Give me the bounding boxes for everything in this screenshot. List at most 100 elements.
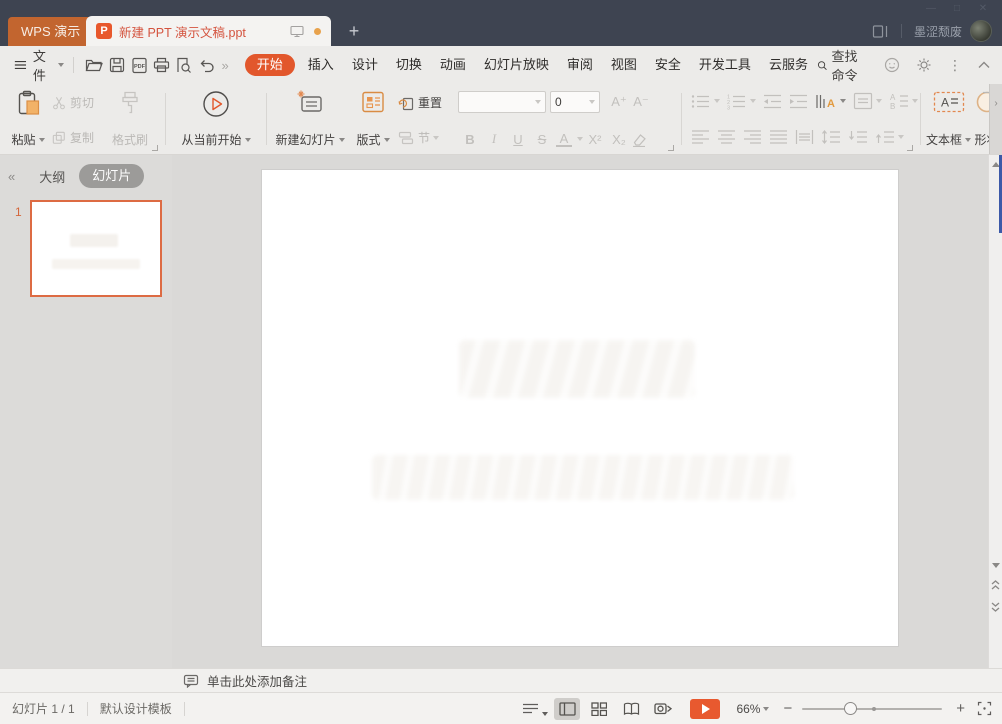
slide-thumbnail[interactable] [30, 200, 162, 297]
reset-label: 重置 [418, 94, 442, 111]
print-button[interactable] [150, 53, 172, 77]
font-size-combo[interactable]: 0 [550, 91, 600, 113]
dialog-launcher-icon[interactable] [907, 145, 913, 151]
play-from-current-label: 从当前开始 [181, 131, 241, 148]
underline-button: U [506, 132, 530, 147]
play-circle-icon [202, 90, 230, 118]
toolbar-expand-strip[interactable]: › [989, 84, 1002, 154]
export-pdf-button[interactable]: PDF [128, 53, 150, 77]
slide-watermark-subtitle [372, 455, 794, 500]
menubar: 文件 PDF » 开始 插入 设计 切换 动画 幻灯片放映 审阅 视图 安全 开… [0, 46, 1002, 84]
scroll-down-icon[interactable] [992, 563, 1000, 568]
tab-outline[interactable]: 大纲 [39, 167, 65, 186]
zoom-slider-thumb[interactable] [844, 702, 857, 715]
new-slide-button[interactable]: 新建幻灯片 [272, 90, 348, 154]
reset-button[interactable]: 重置 [398, 94, 454, 111]
tab-home[interactable]: 开始 [245, 54, 295, 76]
clear-format-button [631, 132, 655, 147]
textbox-button[interactable]: A 文本框 [926, 90, 971, 154]
slide-sorter-button[interactable] [586, 698, 612, 720]
collapse-panel-icon[interactable]: « [8, 169, 15, 184]
statusbar-divider [184, 702, 185, 716]
monitor-icon[interactable] [290, 25, 304, 38]
thumbnail-watermark-line [70, 234, 118, 247]
notes-lines-icon [522, 702, 539, 716]
tab-animation[interactable]: 动画 [431, 53, 475, 77]
dock-window-icon[interactable] [872, 24, 889, 39]
open-file-button[interactable] [83, 53, 105, 77]
spacing-options-icon [875, 129, 904, 145]
zoom-level[interactable]: 66% [736, 702, 769, 716]
paste-button[interactable]: 粘贴 [4, 90, 52, 154]
cut-label: 剪切 [70, 94, 94, 111]
notes-bar[interactable]: 单击此处添加备注 [0, 668, 1002, 692]
tab-insert[interactable]: 插入 [299, 53, 343, 77]
maximize-button[interactable]: □ [944, 1, 970, 17]
dialog-launcher-icon[interactable] [152, 145, 158, 151]
tab-review[interactable]: 审阅 [558, 53, 602, 77]
save-button[interactable] [106, 53, 128, 77]
minimize-button[interactable]: — [918, 1, 944, 17]
find-command-button[interactable]: 查找命令 [817, 46, 868, 84]
avatar[interactable] [970, 20, 992, 42]
template-name[interactable]: 默认设计模板 [100, 700, 172, 717]
layout-button[interactable]: 版式 [348, 90, 398, 154]
zoom-in-button[interactable]: + [956, 702, 965, 716]
justify-icon [769, 129, 788, 145]
decrease-font-button: A⁻ [630, 94, 652, 110]
close-button[interactable]: ✕ [970, 1, 996, 17]
vertical-scrollbar[interactable] [988, 155, 1002, 668]
document-tab[interactable]: P 新建 PPT 演示文稿.ppt [86, 16, 331, 46]
previous-slide-icon[interactable] [991, 580, 1000, 590]
undo-button[interactable] [195, 53, 217, 77]
zoom-out-button[interactable]: − [783, 702, 792, 716]
slide-sorter-icon [591, 702, 607, 716]
tab-slides[interactable]: 幻灯片 [79, 164, 144, 188]
statusbar-divider [87, 702, 88, 716]
slide-thumbnail-number: 1 [15, 205, 22, 219]
tab-slideshow[interactable]: 幻灯片放映 [475, 53, 558, 77]
dialog-launcher-icon[interactable] [668, 145, 674, 151]
tab-view[interactable]: 视图 [602, 53, 646, 77]
panel-tabs: « 大纲 幻灯片 [0, 164, 172, 188]
print-preview-button[interactable] [173, 53, 195, 77]
reading-view-button[interactable] [618, 698, 644, 720]
notes-toggle-button[interactable] [522, 702, 548, 716]
play-from-current-button[interactable]: 从当前开始 [181, 90, 250, 154]
tab-design[interactable]: 设计 [343, 53, 387, 77]
format-painter-label: 格式刷 [112, 131, 148, 148]
section-button: 节 [398, 129, 454, 146]
play-icon [702, 704, 710, 714]
format-painter-icon [119, 90, 141, 116]
slide[interactable] [262, 170, 898, 646]
file-menu-button[interactable]: 文件 [14, 46, 64, 84]
tab-transition[interactable]: 切换 [387, 53, 431, 77]
font-name-combo[interactable] [458, 91, 546, 113]
zoom-slider[interactable] [802, 702, 942, 716]
collapse-ribbon-icon[interactable] [978, 61, 990, 69]
more-commands-button[interactable]: » [218, 58, 233, 73]
kebab-menu-icon[interactable]: ⋮ [948, 57, 962, 74]
tab-security[interactable]: 安全 [646, 53, 690, 77]
slide-canvas[interactable] [172, 155, 988, 668]
next-slide-icon[interactable] [991, 602, 1000, 612]
wps-app-button[interactable]: WPS 演示 [8, 17, 93, 46]
scissors-icon [52, 96, 66, 110]
font-color-button: A [556, 132, 572, 147]
section-icon [398, 131, 414, 145]
reading-view-icon [623, 702, 640, 716]
slideshow-view-button[interactable] [650, 698, 676, 720]
paste-clipboard-icon [16, 90, 41, 117]
feedback-icon[interactable] [884, 57, 900, 73]
numbered-list-icon: 123 [727, 93, 756, 110]
normal-view-button[interactable] [554, 698, 580, 720]
line-spacing-icon [821, 129, 841, 145]
bullet-list-icon [691, 93, 720, 110]
new-tab-button[interactable]: + [344, 21, 364, 41]
tab-cloud[interactable]: 云服务 [760, 53, 817, 77]
play-slideshow-button[interactable] [690, 699, 720, 719]
tab-devtools[interactable]: 开发工具 [690, 53, 760, 77]
fit-to-window-button[interactable] [977, 701, 992, 716]
username[interactable]: 墨涩颓废 [914, 23, 962, 40]
settings-gear-icon[interactable] [916, 57, 932, 73]
